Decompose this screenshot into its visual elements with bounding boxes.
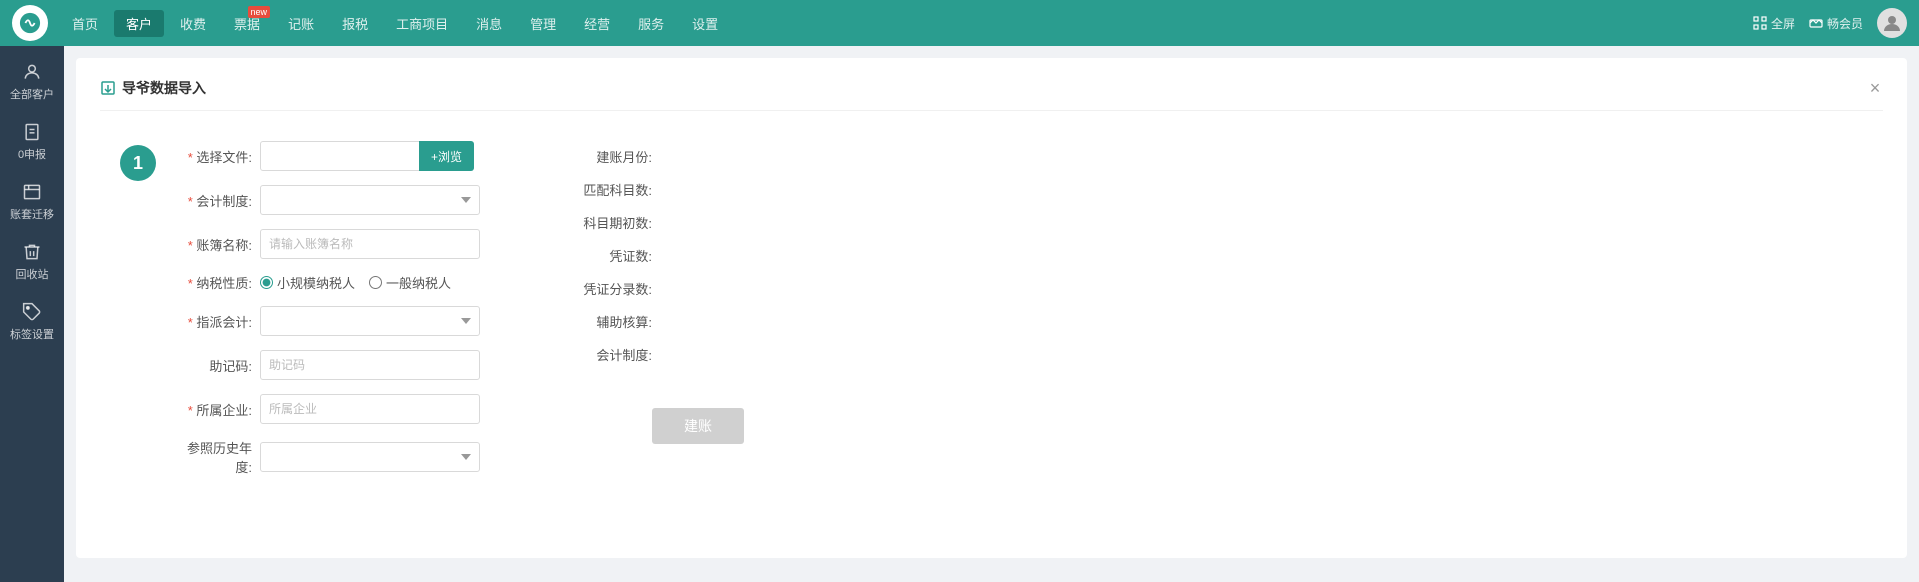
accounting-select[interactable] <box>260 185 480 215</box>
page-title: 导爷数据导入 <box>122 78 206 98</box>
aux-label: 辅助核算: <box>572 312 652 331</box>
ledger-row: 账簿名称: <box>172 229 532 259</box>
form-area: 1 选择文件: +浏览 会计制度: <box>100 131 1883 486</box>
memo-input[interactable] <box>260 350 480 380</box>
nav-business[interactable]: 工商项目 <box>384 10 460 37</box>
sidebar-item-account-migration[interactable]: 账套迁移 <box>0 174 64 230</box>
nav-settings[interactable]: 设置 <box>680 10 730 37</box>
nav-operation[interactable]: 经营 <box>572 10 622 37</box>
history-label: 参照历史年度: <box>172 438 252 476</box>
voucher-row: 凭证数: <box>572 246 832 265</box>
history-select[interactable] <box>260 442 480 472</box>
accountant-label: 指派会计: <box>172 312 252 331</box>
accounting-label: 会计制度: <box>172 191 252 210</box>
match-label: 匹配科目数: <box>572 180 652 199</box>
accounting-sys-row: 会计制度: <box>572 345 832 364</box>
user-avatar[interactable] <box>1877 8 1907 38</box>
file-row: 选择文件: +浏览 <box>172 141 532 171</box>
nav-service[interactable]: 服务 <box>626 10 676 37</box>
page-header: 导爷数据导入 <box>100 78 1883 111</box>
memo-label: 助记码: <box>172 356 252 375</box>
aux-row: 辅助核算: <box>572 312 832 331</box>
tax-label: 纳税性质: <box>172 273 252 292</box>
nav-tax[interactable]: 报税 <box>330 10 380 37</box>
file-input-group: +浏览 <box>260 141 474 171</box>
nav-message[interactable]: 消息 <box>464 10 514 37</box>
new-badge: new <box>248 6 271 19</box>
import-icon <box>100 80 116 96</box>
nav-right: 全屏 畅会员 <box>1753 8 1907 38</box>
ledger-label: 账簿名称: <box>172 235 252 254</box>
voucher-entries-row: 凭证分录数: <box>572 279 832 298</box>
company-label: 所属企业: <box>172 400 252 419</box>
file-label: 选择文件: <box>172 147 252 166</box>
history-row: 参照历史年度: <box>172 438 532 476</box>
browse-button[interactable]: +浏览 <box>419 141 474 171</box>
accountant-select[interactable] <box>260 306 480 336</box>
tax-option2-label[interactable]: 一般纳税人 <box>369 273 451 292</box>
company-row: 所属企业: <box>172 394 532 424</box>
top-nav: 首页 客户 收费 票据 new 记账 报税 工商项目 消息 管理 经营 服务 设… <box>0 0 1919 46</box>
main-content: 导爷数据导入 × 1 选择文件: +浏览 <box>64 46 1919 582</box>
form-grid: 选择文件: +浏览 会计制度: <box>172 141 532 476</box>
company-input[interactable] <box>260 394 480 424</box>
accounting-row: 会计制度: <box>172 185 532 215</box>
main-layout: 全部客户 0申报 账套迁移 回收站 标签设置 导爷数据导入 × <box>0 46 1919 582</box>
voucher-entries-label: 凭证分录数: <box>572 279 652 298</box>
form-section-left: 1 选择文件: +浏览 会计制度: <box>120 141 532 476</box>
sidebar-item-tag-settings[interactable]: 标签设置 <box>0 294 64 350</box>
period-row: 科目期初数: <box>572 213 832 232</box>
info-panel: 建账月份: 匹配科目数: 科目期初数: 凭证数: <box>572 141 832 476</box>
tax-radio-general[interactable] <box>369 276 382 289</box>
sidebar-item-all-customers[interactable]: 全部客户 <box>0 54 64 110</box>
nav-invoice[interactable]: 票据 new <box>222 10 272 37</box>
sidebar-item-recycle[interactable]: 回收站 <box>0 234 64 290</box>
tax-row: 纳税性质: 小规模纳税人 一般纳税人 <box>172 273 532 292</box>
accountant-select-wrapper <box>260 306 480 336</box>
vip-btn[interactable]: 畅会员 <box>1809 15 1863 32</box>
ledger-input[interactable] <box>260 229 480 259</box>
voucher-label: 凭证数: <box>572 246 652 265</box>
accounting-select-wrapper <box>260 185 480 215</box>
file-input[interactable] <box>260 141 420 171</box>
sidebar-item-zero-declaration[interactable]: 0申报 <box>0 114 64 170</box>
tax-radio-small[interactable] <box>260 276 273 289</box>
nav-bookkeeping[interactable]: 记账 <box>276 10 326 37</box>
accounting-sys-label: 会计制度: <box>572 345 652 364</box>
nav-customer[interactable]: 客户 <box>114 10 164 37</box>
month-row: 建账月份: <box>572 147 832 166</box>
tax-radio-group: 小规模纳税人 一般纳税人 <box>260 273 451 292</box>
memo-row: 助记码: <box>172 350 532 380</box>
accountant-row: 指派会计: <box>172 306 532 336</box>
nav-home[interactable]: 首页 <box>60 10 110 37</box>
tax-option1-label[interactable]: 小规模纳税人 <box>260 273 355 292</box>
page-card: 导爷数据导入 × 1 选择文件: +浏览 <box>76 58 1907 558</box>
nav-fee[interactable]: 收费 <box>168 10 218 37</box>
create-account-button[interactable]: 建账 <box>652 408 744 444</box>
history-select-wrapper <box>260 442 480 472</box>
logo <box>12 5 48 41</box>
month-label: 建账月份: <box>572 147 652 166</box>
close-button[interactable]: × <box>1863 76 1887 100</box>
step-badge: 1 <box>120 145 156 181</box>
nav-manage[interactable]: 管理 <box>518 10 568 37</box>
sidebar: 全部客户 0申报 账套迁移 回收站 标签设置 <box>0 46 64 582</box>
fullscreen-btn[interactable]: 全屏 <box>1753 15 1795 32</box>
match-row: 匹配科目数: <box>572 180 832 199</box>
period-label: 科目期初数: <box>572 213 652 232</box>
